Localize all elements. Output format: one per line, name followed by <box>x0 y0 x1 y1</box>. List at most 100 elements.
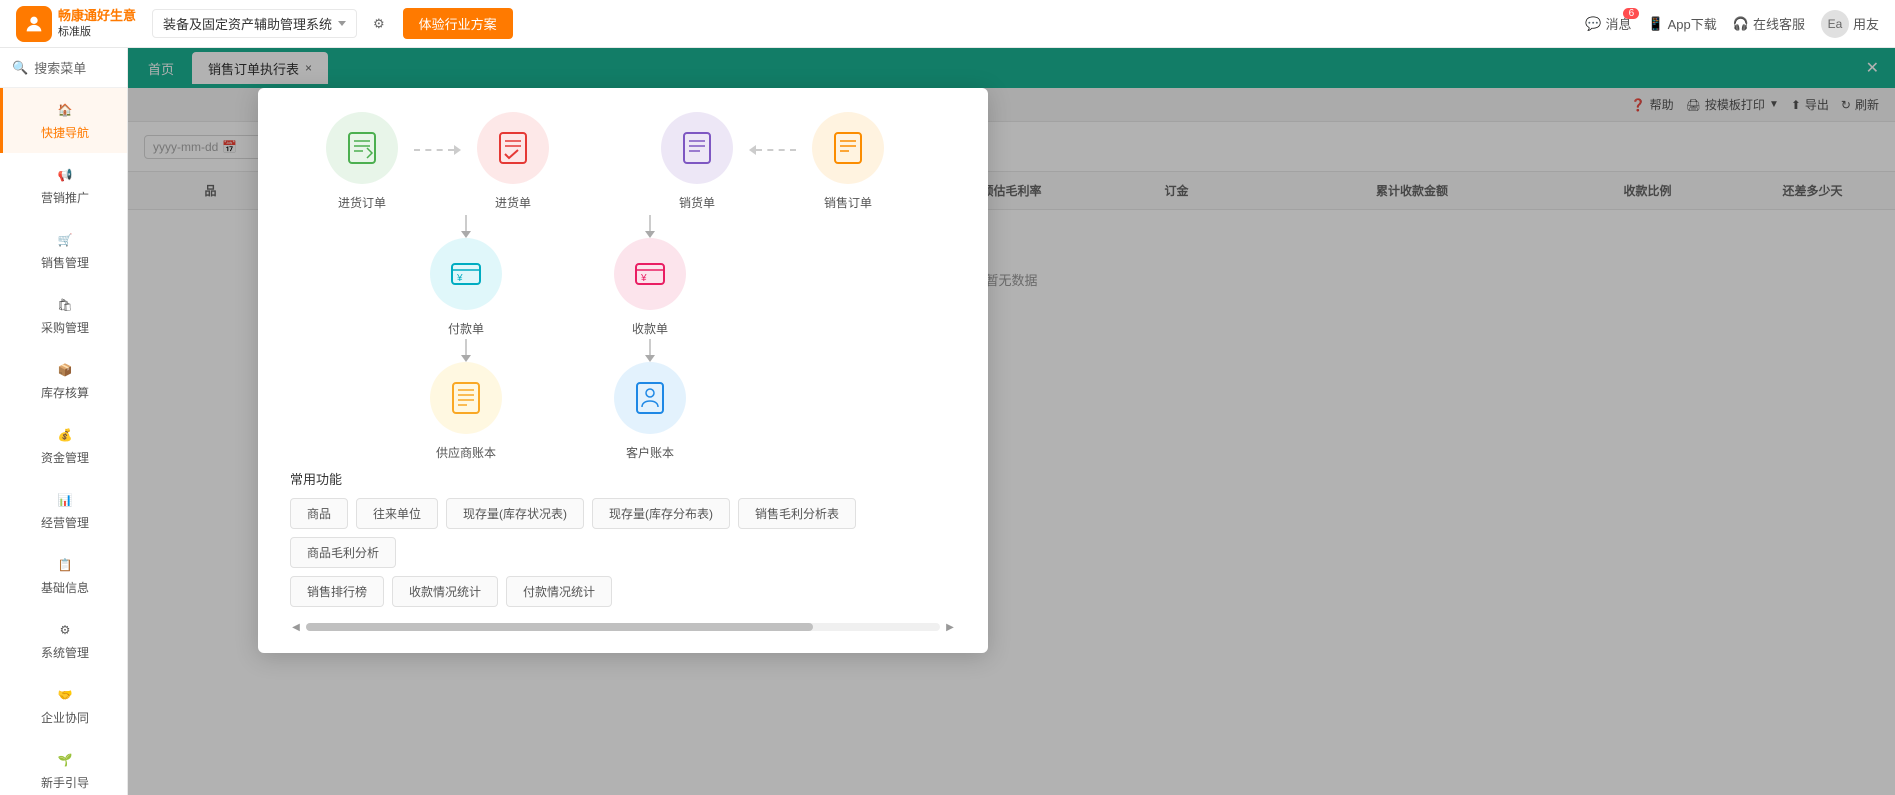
scroll-left-btn[interactable]: ◀ <box>290 621 302 633</box>
flow-node-purchase-order[interactable]: 进货订单 <box>326 112 398 211</box>
sidebar-item-newbie[interactable]: 🌱 新手引导 <box>0 738 127 795</box>
scrollbar-thumb[interactable] <box>306 623 813 631</box>
func-btn-inventory-status[interactable]: 现存量(库存状况表) <box>446 498 584 529</box>
purchase-icon: 🛍 <box>55 295 75 315</box>
sidebar-item-inventory[interactable]: 📦 库存核算 <box>0 348 127 413</box>
sidebar-item-operation[interactable]: 📊 经营管理 <box>0 478 127 543</box>
arrow-down-3 <box>461 355 471 362</box>
supplier-account-circle <box>430 362 502 434</box>
sales-slip-circle <box>661 112 733 184</box>
sidebar-item-system[interactable]: ⚙ 系统管理 <box>0 608 127 673</box>
operation-icon: 📊 <box>55 490 75 510</box>
purchase-slip-circle <box>477 112 549 184</box>
func-btn-sales-ranking[interactable]: 销售排行榜 <box>290 576 384 607</box>
arrow-right-icon <box>454 145 461 155</box>
purchase-order-label: 进货订单 <box>338 194 386 211</box>
sidebar: 🔍 搜索菜单 🏠 快捷导航 📢 营销推广 🛒 销售管理 🛍 采购管理 📦 <box>0 48 128 795</box>
func-btn-sales-profit[interactable]: 销售毛利分析表 <box>738 498 856 529</box>
func-btn-receipt-stats[interactable]: 收款情况统计 <box>392 576 498 607</box>
logo-area: 畅康通好生意 标准版 <box>16 6 144 42</box>
flow-node-sales-slip[interactable]: 销货单 <box>661 112 733 211</box>
v-line-2 <box>649 215 651 231</box>
customer-account-circle <box>614 362 686 434</box>
func-btn-product[interactable]: 商品 <box>290 498 348 529</box>
scroll-right-btn[interactable]: ▶ <box>944 621 956 633</box>
message-icon: 💬 <box>1585 16 1601 32</box>
arrow-down-1 <box>461 231 471 238</box>
chevron-down-icon <box>338 21 346 26</box>
app-download-button[interactable]: 📱 App下载 <box>1647 14 1716 33</box>
message-badge: 6 <box>1623 8 1639 19</box>
newbie-icon: 🌱 <box>55 750 75 770</box>
gear-button[interactable]: ⚙ <box>365 12 393 36</box>
func-btn-product-profit[interactable]: 商品毛利分析 <box>290 537 396 568</box>
func-btn-trading-unit[interactable]: 往来单位 <box>356 498 438 529</box>
marketing-icon: 📢 <box>55 165 75 185</box>
purchase-slip-label: 进货单 <box>495 194 531 211</box>
inventory-icon: 📦 <box>55 360 75 380</box>
home-icon: 🏠 <box>55 100 75 120</box>
payment-slip-label: 付款单 <box>448 320 484 337</box>
v-line-1 <box>465 215 467 231</box>
svg-text:¥: ¥ <box>456 273 463 284</box>
logo-text: 畅康通好生意 标准版 <box>58 8 136 39</box>
download-icon: 📱 <box>1647 16 1663 32</box>
basic-info-icon: 📋 <box>55 555 75 575</box>
sidebar-item-quick-nav[interactable]: 🏠 快捷导航 <box>0 88 127 153</box>
func-btn-payment-stats[interactable]: 付款情况统计 <box>506 576 612 607</box>
flow-node-sales-order[interactable]: 销售订单 <box>812 112 884 211</box>
arrow-down-2 <box>645 231 655 238</box>
content-area: 首页 销售订单执行表 × ✕ ❓ 帮助 🖨 按模板打印 ▼ <box>128 48 1895 795</box>
v-line-3 <box>465 339 467 355</box>
purchase-order-circle <box>326 112 398 184</box>
supplier-account-label: 供应商账本 <box>436 444 496 461</box>
arrow-purchase-to-slip <box>414 145 461 155</box>
sidebar-search[interactable]: 🔍 搜索菜单 <box>0 48 127 88</box>
sales-order-label: 销售订单 <box>824 194 872 211</box>
enterprise-icon: 🤝 <box>55 685 75 705</box>
sidebar-item-sales[interactable]: 🛒 销售管理 <box>0 218 127 283</box>
logo-icon <box>16 6 52 42</box>
receipt-slip-label: 收款单 <box>632 320 668 337</box>
service-icon: 🎧 <box>1733 16 1749 32</box>
sidebar-item-enterprise[interactable]: 🤝 企业协同 <box>0 673 127 738</box>
sidebar-item-purchase[interactable]: 🛍 采购管理 <box>0 283 127 348</box>
finance-icon: 💰 <box>55 425 75 445</box>
flow-diagram: 进货订单 进货 <box>290 112 956 461</box>
function-buttons: 商品 往来单位 现存量(库存状况表) 现存量(库存分布表) 销售毛利分析表 商品… <box>290 498 956 568</box>
flow-modal: 进货订单 进货 <box>258 88 988 653</box>
payment-slip-circle: ¥ <box>430 238 502 310</box>
arrow-down-4 <box>645 355 655 362</box>
top-right-area: 💬 消息 6 📱 App下载 🎧 在线客服 Ea 用友 <box>1585 10 1879 38</box>
flow-node-receipt-slip[interactable]: ¥ 收款单 <box>614 238 686 337</box>
common-functions: 常用功能 商品 往来单位 现存量(库存状况表) 现存量(库存分布表) 销售毛利分… <box>290 469 956 607</box>
message-button[interactable]: 💬 消息 6 <box>1585 14 1631 33</box>
search-icon: 🔍 <box>12 60 28 76</box>
flow-node-payment-slip[interactable]: ¥ 付款单 <box>430 238 502 337</box>
sidebar-item-finance[interactable]: 💰 资金管理 <box>0 413 127 478</box>
avatar: Ea <box>1821 10 1849 38</box>
sales-order-circle <box>812 112 884 184</box>
function-buttons-row2: 销售排行榜 收款情况统计 付款情况统计 <box>290 576 956 607</box>
receipt-slip-circle: ¥ <box>614 238 686 310</box>
online-service-button[interactable]: 🎧 在线客服 <box>1733 14 1805 33</box>
sales-icon: 🛒 <box>55 230 75 250</box>
sidebar-item-basic-info[interactable]: 📋 基础信息 <box>0 543 127 608</box>
func-btn-inventory-dist[interactable]: 现存量(库存分布表) <box>592 498 730 529</box>
customer-account-label: 客户账本 <box>626 444 674 461</box>
sales-slip-label: 销货单 <box>679 194 715 211</box>
try-button[interactable]: 体验行业方案 <box>403 8 513 39</box>
common-functions-title: 常用功能 <box>290 469 956 488</box>
flow-node-customer-account[interactable]: 客户账本 <box>614 362 686 461</box>
arrow-left-icon <box>749 145 756 155</box>
sidebar-item-marketing[interactable]: 📢 营销推广 <box>0 153 127 218</box>
flow-node-supplier-account[interactable]: 供应商账本 <box>430 362 502 461</box>
v-line-4 <box>649 339 651 355</box>
system-icon: ⚙ <box>55 620 75 640</box>
modal-overlay: 进货订单 进货 <box>128 48 1895 795</box>
system-selector[interactable]: 装备及固定资产辅助管理系统 <box>152 9 357 38</box>
flow-node-purchase-slip[interactable]: 进货单 <box>477 112 549 211</box>
svg-text:¥: ¥ <box>640 273 647 284</box>
modal-scrollbar-row: ◀ ▶ <box>290 621 956 633</box>
user-menu[interactable]: Ea 用友 <box>1821 10 1879 38</box>
